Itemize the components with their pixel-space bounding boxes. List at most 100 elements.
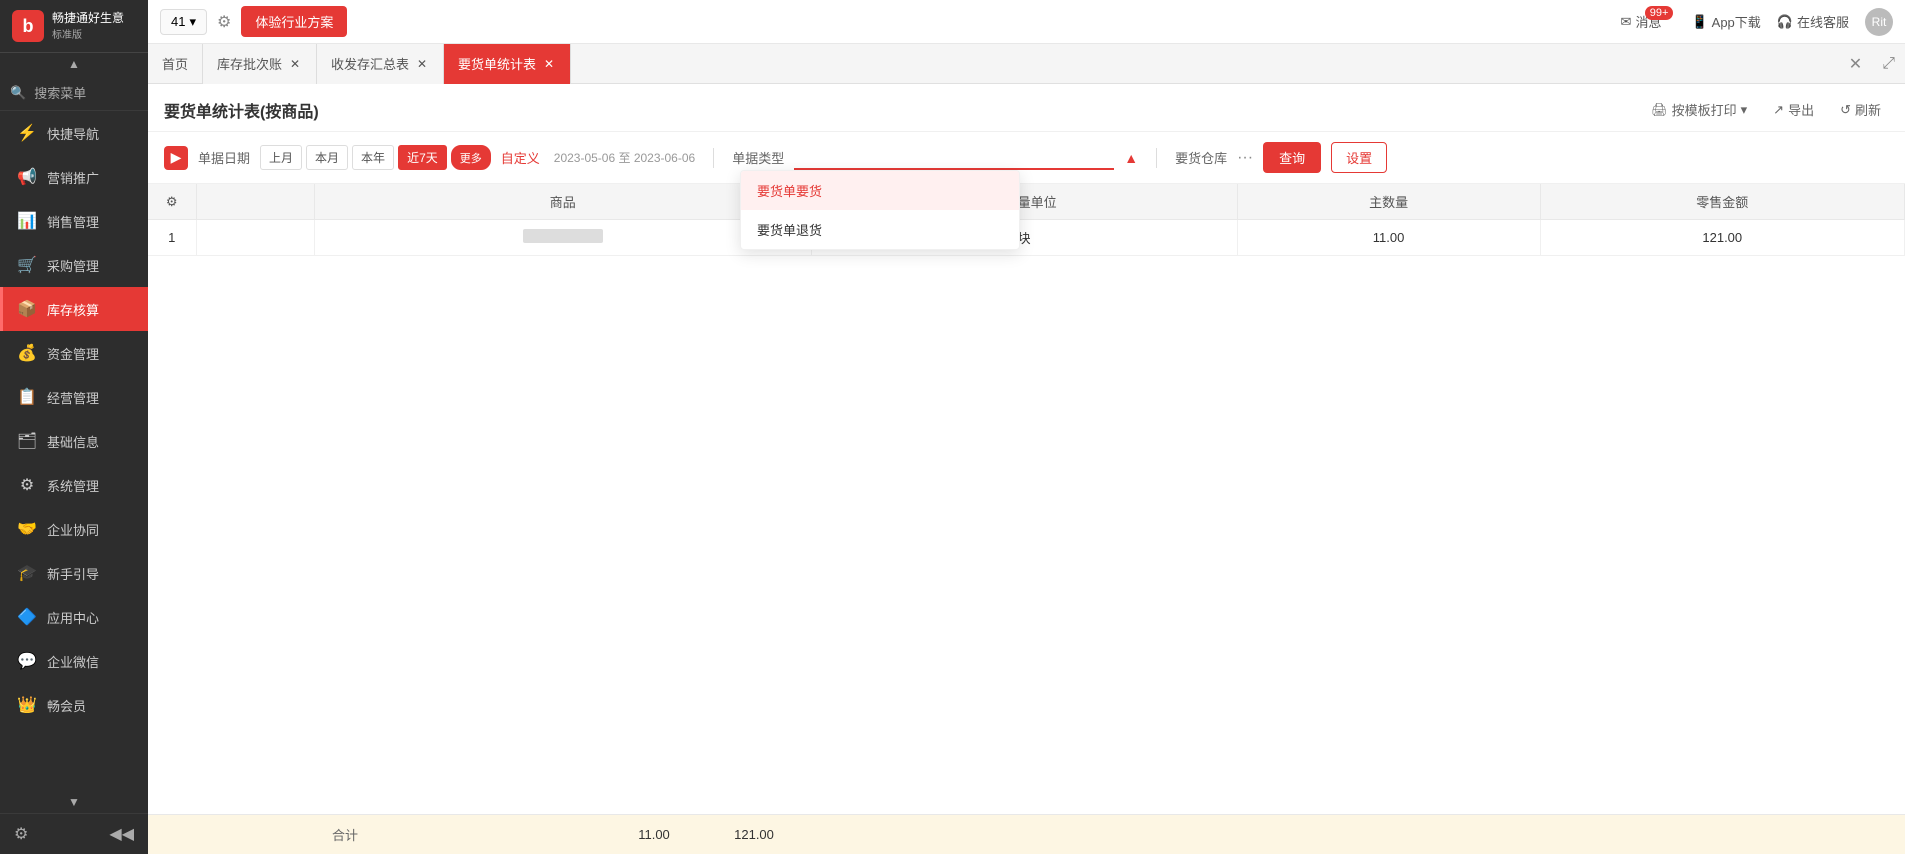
- sidebar-item-wechat[interactable]: 💬 企业微信: [0, 639, 148, 683]
- tab-close-all-btn[interactable]: ✕: [1839, 44, 1872, 84]
- sidebar-item-label: 销售管理: [47, 212, 99, 231]
- sidebar-nav: ⚡ 快捷导航 📢 营销推广 📊 销售管理 🛒 采购管理 📦 库存核算 💰 资金管…: [0, 111, 148, 791]
- filter-toggle-btn[interactable]: ▶: [164, 146, 188, 170]
- print-btn[interactable]: 🖨 按模板打印 ▾: [1643, 96, 1755, 123]
- sidebar-search-label: 搜索菜单: [34, 83, 86, 102]
- sidebar-item-system[interactable]: ⚙ 系统管理: [0, 463, 148, 507]
- settings-icon[interactable]: ⚙: [14, 824, 28, 844]
- dropdown-arrow-icon: ▾: [189, 14, 196, 30]
- sidebar-item-vip[interactable]: 👑 畅会员: [0, 683, 148, 727]
- tab-fullscreen-btn[interactable]: ⤢: [1872, 44, 1905, 84]
- sidebar-item-label: 系统管理: [47, 476, 99, 495]
- sidebar-item-shortcut[interactable]: ⚡ 快捷导航: [0, 111, 148, 155]
- app-download-icon: 📱: [1691, 14, 1707, 30]
- avatar[interactable]: Rit: [1865, 8, 1893, 36]
- online-service-btn[interactable]: 🎧 在线客服: [1777, 12, 1849, 31]
- query-button[interactable]: 查询: [1263, 142, 1321, 173]
- cell-amount: 121.00: [1540, 220, 1904, 256]
- date-btn-last-month[interactable]: 上月: [260, 145, 302, 170]
- filter-more-icon[interactable]: ···: [1237, 149, 1253, 167]
- sidebar-item-label: 新手引导: [47, 564, 99, 583]
- tab-order-stats[interactable]: 要货单统计表 ✕: [444, 44, 571, 84]
- type-filter-arrow-icon[interactable]: ▲: [1124, 150, 1138, 166]
- sidebar-item-basic[interactable]: 🗂 基础信息: [0, 419, 148, 463]
- sidebar-item-label: 基础信息: [47, 432, 99, 451]
- sidebar-item-label: 应用中心: [47, 608, 99, 627]
- app-subtitle: 标准版: [52, 26, 124, 41]
- tab-inventory-batch-label: 库存批次账: [217, 54, 282, 73]
- settings-button[interactable]: 设置: [1331, 142, 1387, 173]
- tab-shipment-summary-close[interactable]: ✕: [415, 57, 429, 71]
- topbar-right: ✉ 消息 99+ 📱 App下载 🎧 在线客服 Rit: [1621, 8, 1893, 36]
- sidebar-item-label: 经营管理: [47, 388, 99, 407]
- sidebar-bottom: ⚙ ◀◀: [0, 813, 148, 854]
- topbar-settings-icon[interactable]: ⚙: [217, 12, 231, 32]
- print-icon: 🖨: [1651, 102, 1668, 118]
- sidebar-item-label: 采购管理: [47, 256, 99, 275]
- tab-order-stats-close[interactable]: ✕: [542, 57, 556, 71]
- tab-home[interactable]: 首页: [148, 44, 203, 84]
- collapse-icon[interactable]: ◀◀: [109, 824, 134, 844]
- sidebar-item-purchase[interactable]: 🛒 采购管理: [0, 243, 148, 287]
- sidebar-scroll-down[interactable]: ▼: [0, 791, 148, 813]
- app-logo-icon: b: [12, 10, 44, 42]
- date-btn-more[interactable]: 更多: [451, 145, 491, 170]
- refresh-label: 刷新: [1855, 100, 1881, 119]
- warehouse-filter-label: 要货仓库: [1175, 148, 1227, 167]
- sidebar-item-label: 库存核算: [47, 300, 99, 319]
- sidebar-item-operation[interactable]: 📋 经营管理: [0, 375, 148, 419]
- export-label: 导出: [1788, 100, 1814, 119]
- col-header-goods: 商品: [314, 184, 811, 220]
- col-header-settings[interactable]: ⚙: [148, 184, 196, 220]
- tab-shipment-summary[interactable]: 收发存汇总表 ✕: [317, 44, 444, 84]
- messages-badge: 99+: [1645, 6, 1674, 20]
- trial-button[interactable]: 体验行业方案: [241, 6, 347, 37]
- cell-quantity: 11.00: [1237, 220, 1540, 256]
- shortcut-icon: ⚡: [17, 123, 37, 143]
- sidebar-item-finance[interactable]: 💰 资金管理: [0, 331, 148, 375]
- sidebar-scroll-up[interactable]: ▲: [0, 53, 148, 75]
- sidebar-item-cooperation[interactable]: 🤝 企业协同: [0, 507, 148, 551]
- col-header-quantity: 主数量: [1237, 184, 1540, 220]
- app-download-label: App下载: [1712, 12, 1761, 31]
- app-download-btn[interactable]: 📱 App下载: [1691, 12, 1760, 31]
- sidebar-item-sales[interactable]: 📊 销售管理: [0, 199, 148, 243]
- dropdown-option-order-return[interactable]: 要货单退货: [741, 210, 1019, 249]
- export-btn[interactable]: ↗ 导出: [1765, 96, 1822, 123]
- cell-index: 1: [148, 220, 196, 256]
- topbar: 41 ▾ ⚙ 体验行业方案 ✉ 消息 99+ 📱 App下载 🎧 在线客服 Ri…: [148, 0, 1905, 44]
- filter-separator-1: [713, 148, 714, 168]
- page-title: 要货单统计表(按商品): [164, 98, 319, 122]
- column-settings-icon[interactable]: ⚙: [166, 194, 178, 209]
- cell-empty: [196, 220, 314, 256]
- topbar-left: 41 ▾ ⚙ 体验行业方案: [160, 6, 347, 37]
- online-service-label: 在线客服: [1797, 12, 1849, 31]
- sidebar-item-marketing[interactable]: 📢 营销推广: [0, 155, 148, 199]
- tab-inventory-batch-close[interactable]: ✕: [288, 57, 302, 71]
- messages-btn[interactable]: ✉ 消息 99+: [1621, 12, 1662, 31]
- sidebar-item-appstore[interactable]: 🔷 应用中心: [0, 595, 148, 639]
- type-filter-label: 单据类型: [732, 148, 784, 167]
- date-btn-this-year[interactable]: 本年: [352, 145, 394, 170]
- marketing-icon: 📢: [17, 167, 37, 187]
- sidebar-item-label: 资金管理: [47, 344, 99, 363]
- sidebar-item-inventory[interactable]: 📦 库存核算: [0, 287, 148, 331]
- date-btn-7days[interactable]: 近7天: [398, 145, 447, 170]
- sidebar-item-guide[interactable]: 🎓 新手引导: [0, 551, 148, 595]
- main-area: 41 ▾ ⚙ 体验行业方案 ✉ 消息 99+ 📱 App下载 🎧 在线客服 Ri…: [148, 0, 1905, 854]
- date-btn-this-month[interactable]: 本月: [306, 145, 348, 170]
- export-icon: ↗: [1773, 102, 1784, 118]
- sidebar-item-label: 营销推广: [47, 168, 99, 187]
- sidebar-search[interactable]: 🔍 搜索菜单: [0, 75, 148, 111]
- refresh-btn[interactable]: ↺ 刷新: [1832, 96, 1889, 123]
- appstore-icon: 🔷: [17, 607, 37, 627]
- tab-inventory-batch[interactable]: 库存批次账 ✕: [203, 44, 317, 84]
- dropdown-option-order-goods[interactable]: 要货单要货: [741, 171, 1019, 210]
- tab-home-label: 首页: [162, 54, 188, 73]
- type-filter-input[interactable]: [794, 145, 1114, 170]
- date-custom-btn[interactable]: 自定义: [501, 148, 540, 167]
- page-header: 要货单统计表(按商品) 🖨 按模板打印 ▾ ↗ 导出 ↺ 刷新: [148, 84, 1905, 132]
- footer-quantity-val: 11.00: [614, 827, 694, 842]
- company-dropdown[interactable]: 41 ▾: [160, 9, 207, 35]
- print-arrow-icon: ▾: [1741, 102, 1748, 118]
